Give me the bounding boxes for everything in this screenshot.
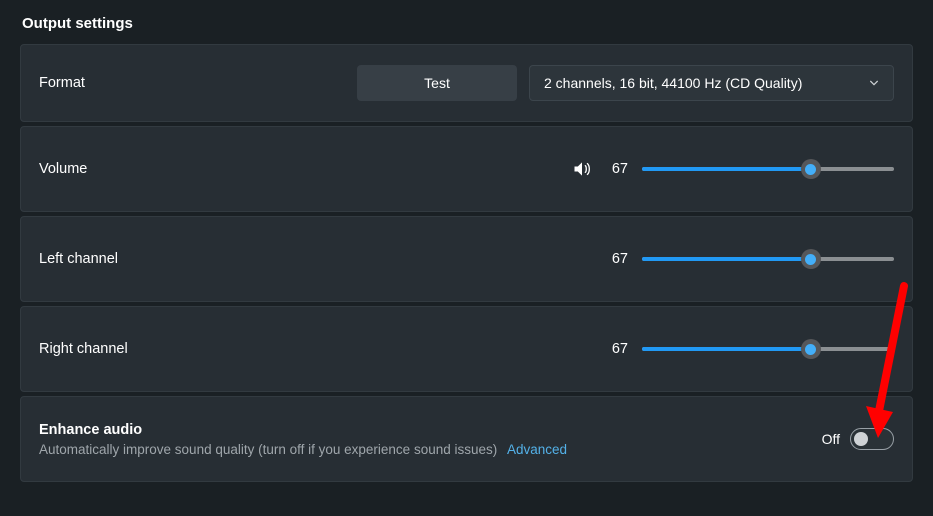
- speaker-icon[interactable]: [572, 159, 592, 179]
- enhance-audio-card: Enhance audio Automatically improve soun…: [20, 396, 913, 482]
- left-channel-card: Left channel 67: [20, 216, 913, 302]
- format-dropdown[interactable]: 2 channels, 16 bit, 44100 Hz (CD Quality…: [529, 65, 894, 101]
- enhance-toggle[interactable]: [850, 428, 894, 450]
- enhance-subtitle-row: Automatically improve sound quality (tur…: [39, 442, 567, 457]
- chevron-down-icon: [869, 78, 879, 88]
- right-channel-value: 67: [606, 341, 628, 357]
- volume-card: Volume 67: [20, 126, 913, 212]
- enhance-title: Enhance audio: [39, 422, 567, 438]
- advanced-link[interactable]: Advanced: [507, 442, 567, 457]
- section-title: Output settings: [20, 15, 913, 32]
- enhance-subtitle: Automatically improve sound quality (tur…: [39, 442, 497, 457]
- right-channel-card: Right channel 67: [20, 306, 913, 392]
- volume-value: 67: [606, 161, 628, 177]
- left-channel-label: Left channel: [39, 251, 118, 267]
- volume-label: Volume: [39, 161, 87, 177]
- test-button[interactable]: Test: [357, 65, 517, 101]
- left-channel-value: 67: [606, 251, 628, 267]
- format-card: Format Test 2 channels, 16 bit, 44100 Hz…: [20, 44, 913, 122]
- right-channel-slider[interactable]: [642, 341, 894, 357]
- left-channel-slider[interactable]: [642, 251, 894, 267]
- right-channel-label: Right channel: [39, 341, 128, 357]
- format-label: Format: [39, 75, 85, 91]
- enhance-toggle-state: Off: [822, 431, 840, 447]
- format-dropdown-value: 2 channels, 16 bit, 44100 Hz (CD Quality…: [544, 75, 802, 91]
- volume-slider[interactable]: [642, 161, 894, 177]
